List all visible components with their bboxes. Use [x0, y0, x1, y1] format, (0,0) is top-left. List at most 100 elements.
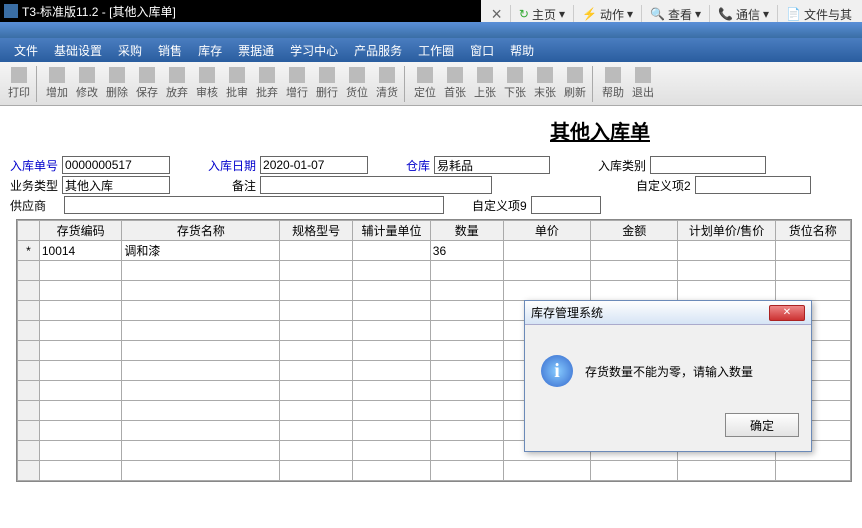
toolbar-批弃[interactable]: 批弃 — [252, 64, 282, 104]
toolbar-首张[interactable]: 首张 — [440, 64, 470, 104]
toolbar-上张[interactable]: 上张 — [470, 64, 500, 104]
date-input[interactable] — [260, 156, 368, 174]
intype-input[interactable] — [650, 156, 766, 174]
toolbar-icon — [169, 67, 185, 83]
ok-button[interactable]: 确定 — [725, 413, 799, 437]
menubar: 文件基础设置采购销售库存票据通学习中心产品服务工作圈窗口帮助 — [0, 38, 862, 62]
supplier-input[interactable] — [64, 196, 444, 214]
thin-bar — [0, 22, 862, 38]
toolbar-icon — [537, 67, 553, 83]
toolbar-末张[interactable]: 末张 — [530, 64, 560, 104]
toolbar: 打印增加修改删除保存放弃审核批审批弃增行删行货位清货定位首张上张下张末张刷新帮助… — [0, 62, 862, 106]
toolbar-清货[interactable]: 清货 — [372, 64, 402, 104]
toolbar-icon — [229, 67, 245, 83]
table-row[interactable] — [18, 461, 851, 481]
slip-no-label: 入库单号 — [10, 157, 58, 174]
page-title: 其他入库单 — [480, 116, 720, 145]
toolbar-删行[interactable]: 删行 — [312, 64, 342, 104]
toolbar-icon — [11, 67, 27, 83]
menu-6[interactable]: 学习中心 — [284, 40, 344, 61]
toolbar-icon — [635, 67, 651, 83]
phone-icon: 📞 — [718, 7, 733, 21]
menu-7[interactable]: 产品服务 — [348, 40, 408, 61]
col-3[interactable]: 辅计量单位 — [353, 221, 431, 241]
col-5[interactable]: 单价 — [503, 221, 590, 241]
col-8[interactable]: 货位名称 — [775, 221, 850, 241]
search-icon: 🔍 — [650, 7, 665, 21]
toolbar-icon — [49, 67, 65, 83]
menu-3[interactable]: 销售 — [152, 40, 188, 61]
menu-0[interactable]: 文件 — [8, 40, 44, 61]
toolbar-增加[interactable]: 增加 — [42, 64, 72, 104]
custom9-input[interactable] — [531, 196, 601, 214]
toolbar-下张[interactable]: 下张 — [500, 64, 530, 104]
toolbar-帮助[interactable]: 帮助 — [598, 64, 628, 104]
menu-10[interactable]: 帮助 — [504, 40, 540, 61]
supplier-label: 供应商 — [10, 197, 46, 214]
toolbar-icon — [289, 67, 305, 83]
toolbar-放弃[interactable]: 放弃 — [162, 64, 192, 104]
toolbar-货位[interactable]: 货位 — [342, 64, 372, 104]
col-4[interactable]: 数量 — [430, 221, 503, 241]
chevron-down-icon: ▾ — [627, 7, 633, 21]
toolbar-打印[interactable]: 打印 — [4, 64, 34, 104]
toolbar-icon — [417, 67, 433, 83]
toolbar-批审[interactable]: 批审 — [222, 64, 252, 104]
menu-4[interactable]: 库存 — [192, 40, 228, 61]
toolbar-icon — [379, 67, 395, 83]
dialog-close-button[interactable]: ✕ — [769, 305, 805, 321]
wh-input[interactable] — [434, 156, 550, 174]
toolbar-定位[interactable]: 定位 — [410, 64, 440, 104]
table-row[interactable]: *10014调和漆36 — [18, 241, 851, 261]
menu-8[interactable]: 工作圈 — [412, 40, 460, 61]
slip-no-input[interactable] — [62, 156, 170, 174]
toolbar-icon — [109, 67, 125, 83]
menu-9[interactable]: 窗口 — [464, 40, 500, 61]
toolbar-增行[interactable]: 增行 — [282, 64, 312, 104]
toolbar-icon — [447, 67, 463, 83]
wh-label: 仓库 — [406, 157, 430, 174]
custom9-label: 自定义项9 — [472, 197, 527, 214]
menu-2[interactable]: 采购 — [112, 40, 148, 61]
window-title: T3-标准版11.2 - [其他入库单] — [22, 3, 176, 20]
chevron-down-icon: ▾ — [559, 7, 565, 21]
col-1[interactable]: 存货名称 — [122, 221, 280, 241]
biztype-label: 业务类型 — [10, 177, 58, 194]
refresh-icon: ↻ — [519, 7, 529, 21]
toolbar-icon — [79, 67, 95, 83]
dialog-message: 存货数量不能为零，请输入数量 — [585, 363, 753, 380]
toolbar-保存[interactable]: 保存 — [132, 64, 162, 104]
bolt-icon: ⚡ — [582, 7, 597, 21]
menu-5[interactable]: 票据通 — [232, 40, 280, 61]
col-2[interactable]: 规格型号 — [280, 221, 353, 241]
biztype-input[interactable] — [62, 176, 170, 194]
table-row[interactable] — [18, 261, 851, 281]
table-row[interactable] — [18, 281, 851, 301]
custom2-input[interactable] — [695, 176, 811, 194]
toolbar-icon — [139, 67, 155, 83]
toolbar-刷新[interactable]: 刷新 — [560, 64, 590, 104]
toolbar-icon — [567, 67, 583, 83]
remark-label: 备注 — [232, 177, 256, 194]
toolbar-icon — [477, 67, 493, 83]
file-icon: 📄 — [786, 7, 801, 21]
toolbar-icon — [605, 67, 621, 83]
custom2-label: 自定义项2 — [636, 177, 691, 194]
close-icon: ✕ — [783, 307, 791, 318]
toolbar-删除[interactable]: 删除 — [102, 64, 132, 104]
app-icon — [4, 4, 18, 18]
toolbar-修改[interactable]: 修改 — [72, 64, 102, 104]
toolbar-icon — [507, 67, 523, 83]
col-0[interactable]: 存货编码 — [39, 221, 122, 241]
toolbar-退出[interactable]: 退出 — [628, 64, 658, 104]
remark-input[interactable] — [260, 176, 492, 194]
chevron-down-icon: ▾ — [763, 7, 769, 21]
col-7[interactable]: 计划单价/售价 — [678, 221, 775, 241]
col-6[interactable]: 金额 — [591, 221, 678, 241]
menu-1[interactable]: 基础设置 — [48, 40, 108, 61]
chevron-down-icon: ▾ — [695, 7, 701, 21]
toolbar-审核[interactable]: 审核 — [192, 64, 222, 104]
intype-label: 入库类别 — [598, 157, 646, 174]
dialog-titlebar[interactable]: 库存管理系统 ✕ — [525, 301, 811, 325]
toolbar-icon — [319, 67, 335, 83]
